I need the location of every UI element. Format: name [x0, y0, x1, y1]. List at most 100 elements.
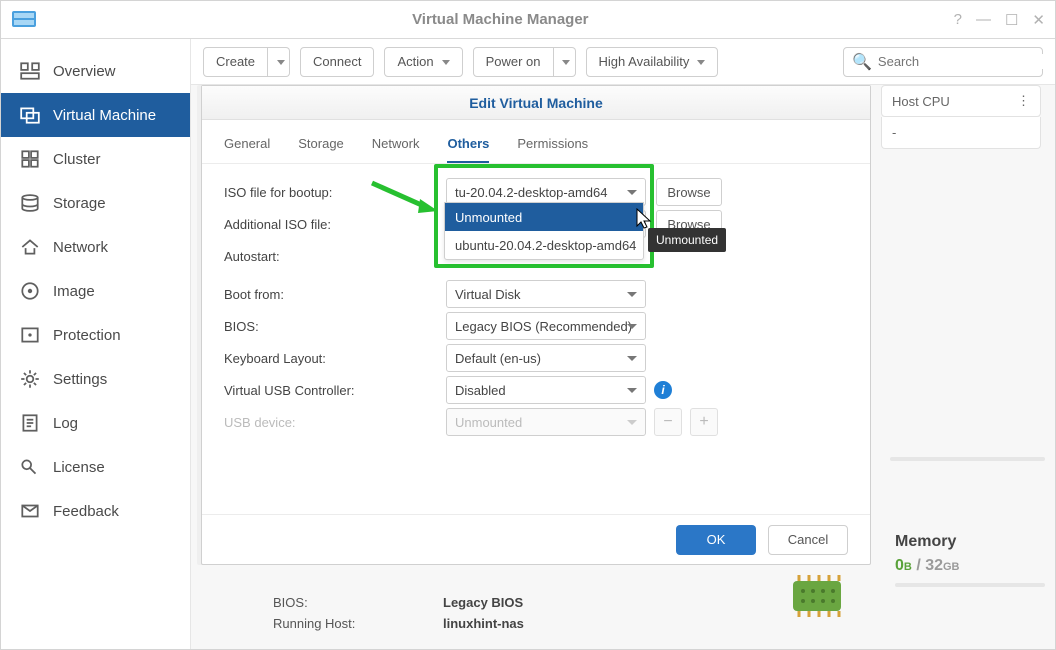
column-menu-icon[interactable]: ⋮ — [1017, 93, 1030, 109]
feedback-icon — [19, 501, 41, 521]
sidebar-item-label: Log — [53, 415, 78, 432]
titlebar: Virtual Machine Manager ? — ☐ ✕ — [1, 1, 1055, 39]
minimize-icon[interactable]: — — [976, 11, 991, 29]
memory-bar — [895, 583, 1045, 587]
dialog-tabs: General Storage Network Others Permissio… — [202, 120, 870, 164]
sidebar-item-label: License — [53, 459, 105, 476]
power-button[interactable]: Power on — [473, 47, 576, 77]
power-caret[interactable] — [554, 47, 576, 77]
sidebar-item-overview[interactable]: Overview — [1, 49, 190, 93]
sidebar-item-label: Network — [53, 239, 108, 256]
sidebar-item-label: Storage — [53, 195, 106, 212]
dropdown-option-ubuntu[interactable]: ubuntu-20.04.2-desktop-amd64 — [445, 231, 643, 259]
info-icon[interactable]: i — [654, 381, 672, 399]
browse-iso-button[interactable]: Browse — [656, 178, 722, 206]
tooltip-unmounted: Unmounted — [648, 228, 726, 252]
image-icon — [19, 281, 41, 301]
cursor-icon — [634, 208, 652, 235]
sidebar-item-label: Feedback — [53, 503, 119, 520]
ha-label: High Availability — [599, 54, 690, 69]
create-button[interactable]: Create — [203, 47, 290, 77]
close-icon[interactable]: ✕ — [1032, 11, 1045, 29]
ok-button[interactable]: OK — [676, 525, 756, 555]
search-box[interactable]: 🔍 — [843, 47, 1043, 77]
search-icon: 🔍 — [852, 52, 872, 72]
sidebar-item-cluster[interactable]: Cluster — [1, 137, 190, 181]
select-usb-controller[interactable]: Disabled — [446, 376, 646, 404]
label-boot-from: Boot from: — [224, 287, 446, 302]
connect-label: Connect — [313, 54, 361, 69]
sidebar: Overview Virtual Machine Cluster Storage… — [1, 39, 191, 649]
tab-network[interactable]: Network — [372, 130, 420, 163]
sidebar-item-label: Image — [53, 283, 95, 300]
maximize-icon[interactable]: ☐ — [1005, 11, 1018, 29]
sidebar-item-virtual-machine[interactable]: Virtual Machine — [1, 93, 190, 137]
create-label: Create — [216, 54, 255, 69]
sidebar-item-label: Settings — [53, 371, 107, 388]
detail-val-host: linuxhint-nas — [443, 616, 524, 631]
progress-bar — [890, 457, 1045, 461]
sidebar-item-protection[interactable]: Protection — [1, 313, 190, 357]
host-cpu-cell: - — [881, 117, 1041, 149]
create-caret[interactable] — [268, 47, 290, 77]
chevron-down-icon — [693, 54, 705, 69]
sidebar-item-label: Overview — [53, 63, 116, 80]
add-usb-button: + — [690, 408, 718, 436]
connect-button[interactable]: Connect — [300, 47, 374, 77]
additional-iso-dropdown[interactable]: Unmounted ubuntu-20.04.2-desktop-amd64 — [444, 202, 644, 260]
column-host-cpu[interactable]: Host CPU ⋮ — [881, 85, 1041, 117]
dropdown-option-unmounted[interactable]: Unmounted — [445, 203, 643, 231]
sidebar-item-label: Virtual Machine — [53, 107, 156, 124]
chevron-down-icon — [438, 54, 450, 69]
toolbar: Create Connect Action Power on High Avai… — [191, 39, 1055, 85]
cluster-icon — [19, 149, 41, 169]
label-additional-iso: Additional ISO file: — [224, 217, 446, 232]
cancel-button[interactable]: Cancel — [768, 525, 848, 555]
detail-key-host: Running Host: — [273, 616, 443, 631]
power-label: Power on — [486, 54, 541, 69]
memory-total: 32 — [925, 557, 943, 574]
tab-others[interactable]: Others — [447, 130, 489, 163]
network-icon — [19, 237, 41, 257]
tab-storage[interactable]: Storage — [298, 130, 344, 163]
edit-vm-dialog: Edit Virtual Machine General Storage Net… — [201, 85, 871, 565]
chip-icon — [785, 571, 849, 619]
search-input[interactable] — [878, 54, 1054, 69]
action-button[interactable]: Action — [384, 47, 462, 77]
column-label: Host CPU — [892, 94, 950, 109]
sidebar-item-storage[interactable]: Storage — [1, 181, 190, 225]
tab-permissions[interactable]: Permissions — [517, 130, 588, 163]
sidebar-item-license[interactable]: License — [1, 445, 190, 489]
sidebar-item-label: Protection — [53, 327, 121, 344]
app-icon — [11, 9, 37, 31]
select-bios[interactable]: Legacy BIOS (Recommended) — [446, 312, 646, 340]
select-keyboard[interactable]: Default (en-us) — [446, 344, 646, 372]
sidebar-item-feedback[interactable]: Feedback — [1, 489, 190, 533]
label-bios: BIOS: — [224, 319, 446, 334]
sidebar-item-label: Cluster — [53, 151, 101, 168]
sidebar-item-settings[interactable]: Settings — [1, 357, 190, 401]
license-icon — [19, 457, 41, 477]
vm-details-partial: BIOS:Legacy BIOS Running Host:linuxhint-… — [273, 589, 524, 637]
sidebar-item-image[interactable]: Image — [1, 269, 190, 313]
detail-key-bios: BIOS: — [273, 595, 443, 610]
help-icon[interactable]: ? — [954, 11, 962, 29]
label-usb-controller: Virtual USB Controller: — [224, 383, 446, 398]
select-boot-from[interactable]: Virtual Disk — [446, 280, 646, 308]
remove-usb-button: − — [654, 408, 682, 436]
action-label: Action — [397, 54, 433, 69]
memory-label: Memory — [895, 533, 1045, 551]
sidebar-item-network[interactable]: Network — [1, 225, 190, 269]
log-icon — [19, 413, 41, 433]
label-iso-bootup: ISO file for bootup: — [224, 185, 446, 200]
memory-used: 0 — [895, 557, 904, 574]
tab-general[interactable]: General — [224, 130, 270, 163]
storage-icon — [19, 193, 41, 213]
ha-button[interactable]: High Availability — [586, 47, 719, 77]
label-usb-device: USB device: — [224, 415, 446, 430]
sidebar-item-log[interactable]: Log — [1, 401, 190, 445]
vm-icon — [19, 105, 41, 125]
settings-icon — [19, 369, 41, 389]
select-usb-device: Unmounted — [446, 408, 646, 436]
label-autostart: Autostart: — [224, 249, 446, 264]
